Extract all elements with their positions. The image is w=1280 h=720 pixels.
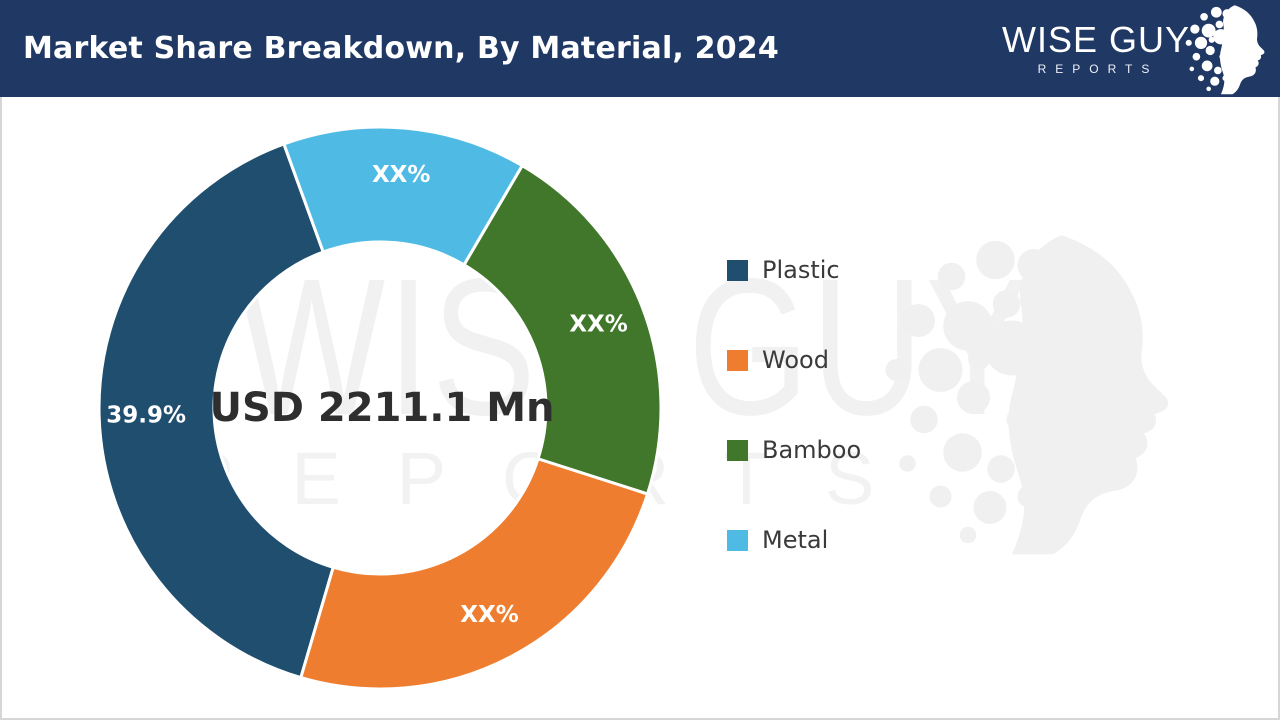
legend-swatch-bamboo [727,439,748,461]
slice-label-metal: XX% [372,162,431,188]
brand-subtitle: REPORTS [1037,61,1159,76]
legend-item-plastic: Plastic [727,256,861,284]
legend-label: Metal [762,526,829,554]
header-bar: Market Share Breakdown, By Material, 202… [0,0,1280,97]
report-page: WISE GUY REPORTS Market Share Breakdown,… [0,0,1280,720]
legend-swatch-wood [727,349,748,371]
watermark-face-icon [885,235,1169,555]
legend-label: Bamboo [762,436,862,464]
brand-face-icon [1185,4,1265,94]
chart-legend: Plastic Wood Bamboo Metal [727,256,861,616]
slice-label-bamboo: XX% [569,312,628,338]
brand-name: WISE GUY [1001,18,1190,60]
page-title: Market Share Breakdown, By Material, 202… [23,31,779,66]
brand-logo-text: WISE GUY REPORTS [1001,18,1190,76]
slice-label-plastic: 39.9% [106,402,186,428]
donut-center-value: USD 2211.1 Mn [209,385,555,431]
donut-slice-wood [299,457,650,691]
legend-swatch-metal [727,529,748,551]
legend-item-metal: Metal [727,526,861,554]
brand-logo: WISE GUY REPORTS [1002,0,1272,97]
legend-swatch-plastic [727,259,748,281]
slice-label-wood: XX% [460,602,519,628]
legend-item-bamboo: Bamboo [727,436,861,464]
legend-label: Wood [762,346,829,374]
legend-item-wood: Wood [727,346,861,374]
legend-label: Plastic [762,256,840,284]
